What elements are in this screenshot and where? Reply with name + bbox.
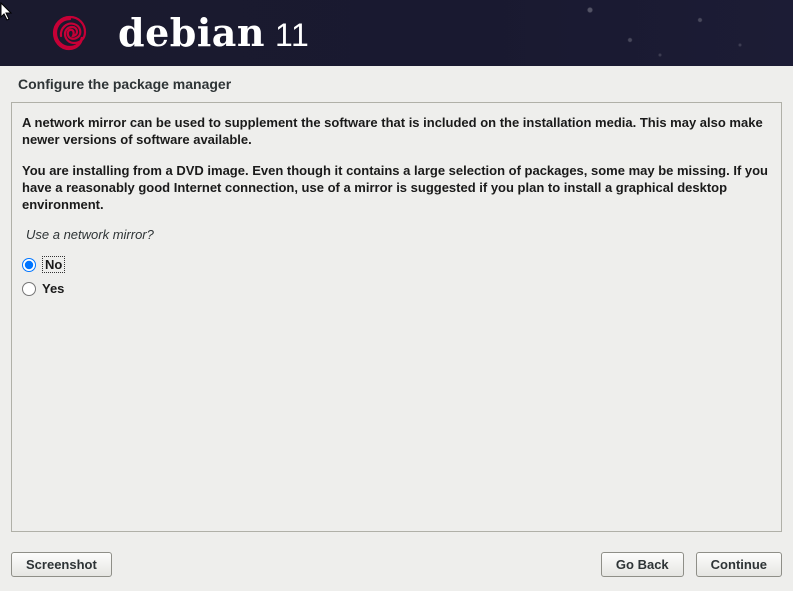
page-title: Configure the package manager — [0, 66, 793, 102]
radio-yes[interactable] — [22, 282, 36, 296]
question-label: Use a network mirror? — [26, 227, 771, 242]
brand-version: 11 — [275, 19, 309, 51]
continue-button[interactable]: Continue — [696, 552, 782, 577]
go-back-button[interactable]: Go Back — [601, 552, 684, 577]
option-yes-label: Yes — [42, 281, 64, 296]
screenshot-button[interactable]: Screenshot — [11, 552, 112, 577]
option-no-label: No — [42, 256, 65, 273]
debian-swirl-icon — [50, 13, 90, 53]
description-paragraph-2: You are installing from a DVD image. Eve… — [22, 163, 771, 214]
option-yes-row[interactable]: Yes — [22, 277, 771, 300]
radio-no[interactable] — [22, 258, 36, 272]
installer-header: debian 11 — [0, 0, 793, 66]
footer-bar: Screenshot Go Back Continue — [0, 540, 793, 591]
option-no-row[interactable]: No — [22, 252, 771, 277]
brand-text: debian 11 — [118, 14, 309, 52]
description-paragraph-1: A network mirror can be used to suppleme… — [22, 115, 771, 149]
content-panel: A network mirror can be used to suppleme… — [11, 102, 782, 532]
brand-name: debian — [118, 14, 265, 52]
